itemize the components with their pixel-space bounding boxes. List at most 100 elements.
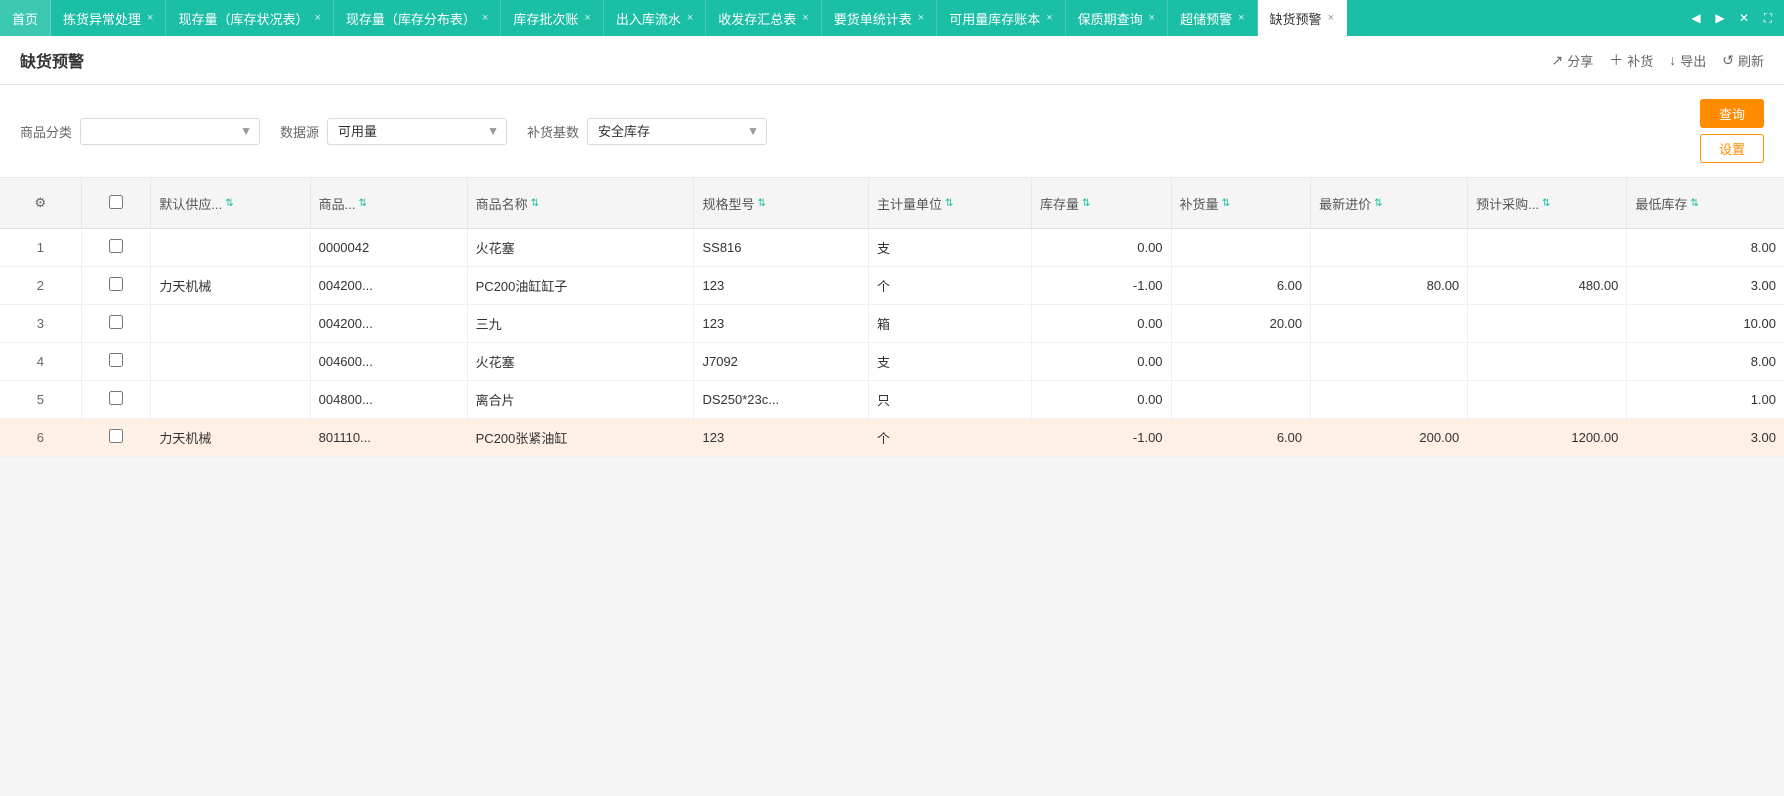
page-title: 缺货预警 (20, 48, 84, 72)
cell-check[interactable] (81, 267, 151, 305)
replenish-basis-select[interactable]: 安全库存 (587, 118, 767, 145)
tab-inout-flow[interactable]: 出入库流水 × (604, 0, 706, 36)
cell-name: 离合片 (467, 381, 694, 419)
tab-close-expiry-query[interactable]: × (1149, 12, 1155, 24)
datasource-select[interactable]: 可用量 (327, 118, 507, 145)
th-spec[interactable]: 规格型号 ⇅ (694, 178, 868, 229)
th-stock[interactable]: 库存量 ⇅ (1031, 178, 1171, 229)
tab-expand-button[interactable]: ⛶ (1756, 6, 1780, 30)
cell-stock: 0.00 (1031, 381, 1171, 419)
th-est-purchase[interactable]: 预计采购... ⇅ (1468, 178, 1627, 229)
cell-replenish: 20.00 (1171, 305, 1311, 343)
cell-est-purchase: 1200.00 (1468, 419, 1627, 457)
cell-check[interactable] (81, 229, 151, 267)
tab-abnormal[interactable]: 拣货异常处理 × (51, 0, 166, 36)
cell-unit: 箱 (868, 305, 1031, 343)
cell-name: PC200油缸缸子 (467, 267, 694, 305)
query-button[interactable]: 查询 (1700, 99, 1764, 128)
tab-collect-summary[interactable]: 收发存汇总表 × (706, 0, 821, 36)
sort-name-icon: ⇅ (531, 198, 539, 209)
tab-prev-button[interactable]: ◀ (1684, 6, 1708, 30)
tab-expiry-query[interactable]: 保质期查询 × (1066, 0, 1168, 36)
cell-code: 004200... (310, 267, 467, 305)
tab-close-collect-summary[interactable]: × (802, 12, 808, 24)
cell-replenish: 6.00 (1171, 267, 1311, 305)
share-button[interactable]: ↗ 分享 (1551, 51, 1593, 70)
th-replenish[interactable]: 补货量 ⇅ (1171, 178, 1311, 229)
tab-available-ledger[interactable]: 可用量库存账本 × (937, 0, 1065, 36)
cell-est-purchase (1468, 343, 1627, 381)
export-button[interactable]: ↓ 导出 (1669, 51, 1706, 70)
cell-spec: J7092 (694, 343, 868, 381)
tab-stock-status[interactable]: 现存量（库存状况表） × (166, 0, 333, 36)
datasource-select-wrapper: 可用量 ▼ (327, 118, 507, 145)
replenish-button[interactable]: ＋ 补货 (1609, 50, 1653, 70)
cell-rownum: 5 (0, 381, 81, 419)
settings-button[interactable]: 设置 (1700, 134, 1764, 163)
th-name[interactable]: 商品名称 ⇅ (467, 178, 694, 229)
tab-overstock-warning[interactable]: 超储预警 × (1168, 0, 1257, 36)
row-checkbox[interactable] (109, 239, 123, 253)
tab-close-overstock-warning[interactable]: × (1238, 12, 1244, 24)
page-header: 缺货预警 ↗ 分享 ＋ 补货 ↓ 导出 ↺ 刷新 (0, 36, 1784, 85)
th-checkbox[interactable] (81, 178, 151, 229)
cell-supplier (151, 305, 310, 343)
cell-name: 三九 (467, 305, 694, 343)
export-icon: ↓ (1669, 52, 1676, 68)
cell-check[interactable] (81, 419, 151, 457)
th-latest-price[interactable]: 最新进价 ⇅ (1311, 178, 1468, 229)
row-checkbox[interactable] (109, 429, 123, 443)
tab-batch-account[interactable]: 库存批次账 × (501, 0, 603, 36)
tab-close-batch-account[interactable]: × (584, 12, 590, 24)
cell-check[interactable] (81, 381, 151, 419)
tab-close-abnormal[interactable]: × (147, 12, 153, 24)
cell-check[interactable] (81, 305, 151, 343)
tab-close-available-ledger[interactable]: × (1046, 12, 1052, 24)
cell-unit: 个 (868, 419, 1031, 457)
category-select[interactable] (80, 118, 260, 145)
row-checkbox[interactable] (109, 353, 123, 367)
row-checkbox[interactable] (109, 315, 123, 329)
cell-latest-price (1311, 381, 1468, 419)
tab-close-stock-status[interactable]: × (314, 12, 320, 24)
tab-shortage-warning[interactable]: 缺货预警 × (1258, 0, 1347, 36)
replenish-basis-select-wrapper: 安全库存 ▼ (587, 118, 767, 145)
tab-close-stock-dist[interactable]: × (482, 12, 488, 24)
cell-rownum: 6 (0, 419, 81, 457)
tab-close-all-button[interactable]: ✕ (1732, 6, 1756, 30)
th-min-stock[interactable]: 最低库存 ⇅ (1627, 178, 1784, 229)
cell-replenish (1171, 229, 1311, 267)
cell-latest-price (1311, 229, 1468, 267)
tab-bar: 首页 拣货异常处理 × 现存量（库存状况表） × 现存量（库存分布表） × 库存… (0, 0, 1784, 36)
tab-close-demand-stat[interactable]: × (918, 12, 924, 24)
select-all-checkbox[interactable] (109, 195, 123, 209)
tab-close-shortage-warning[interactable]: × (1328, 12, 1334, 24)
cell-stock: 0.00 (1031, 305, 1171, 343)
tab-home[interactable]: 首页 (0, 0, 51, 36)
cell-unit: 只 (868, 381, 1031, 419)
cell-replenish: 6.00 (1171, 419, 1311, 457)
cell-rownum: 3 (0, 305, 81, 343)
sort-min-stock-icon: ⇅ (1690, 198, 1698, 209)
th-gear[interactable]: ⚙ (0, 178, 81, 229)
cell-check[interactable] (81, 343, 151, 381)
sort-unit-icon: ⇅ (945, 198, 953, 209)
table-row: 1 0000042 火花塞 SS816 支 0.00 8.00 (0, 229, 1784, 267)
th-unit[interactable]: 主计量单位 ⇅ (868, 178, 1031, 229)
header-actions: ↗ 分享 ＋ 补货 ↓ 导出 ↺ 刷新 (1551, 50, 1764, 70)
tab-close-inout-flow[interactable]: × (687, 12, 693, 24)
cell-unit: 支 (868, 229, 1031, 267)
table-container: ⚙ 默认供应... ⇅ 商品... ⇅ (0, 178, 1784, 457)
tab-stock-dist[interactable]: 现存量（库存分布表） × (334, 0, 501, 36)
replenish-basis-label: 补货基数 (527, 122, 579, 141)
row-checkbox[interactable] (109, 277, 123, 291)
gear-icon[interactable]: ⚙ (25, 188, 55, 218)
th-code[interactable]: 商品... ⇅ (310, 178, 467, 229)
filter-action-buttons: 查询 设置 (1700, 99, 1764, 163)
th-supplier[interactable]: 默认供应... ⇅ (151, 178, 310, 229)
tab-next-button[interactable]: ▶ (1708, 6, 1732, 30)
cell-est-purchase (1468, 305, 1627, 343)
refresh-button[interactable]: ↺ 刷新 (1722, 51, 1764, 70)
tab-demand-stat[interactable]: 要货单统计表 × (822, 0, 937, 36)
row-checkbox[interactable] (109, 391, 123, 405)
